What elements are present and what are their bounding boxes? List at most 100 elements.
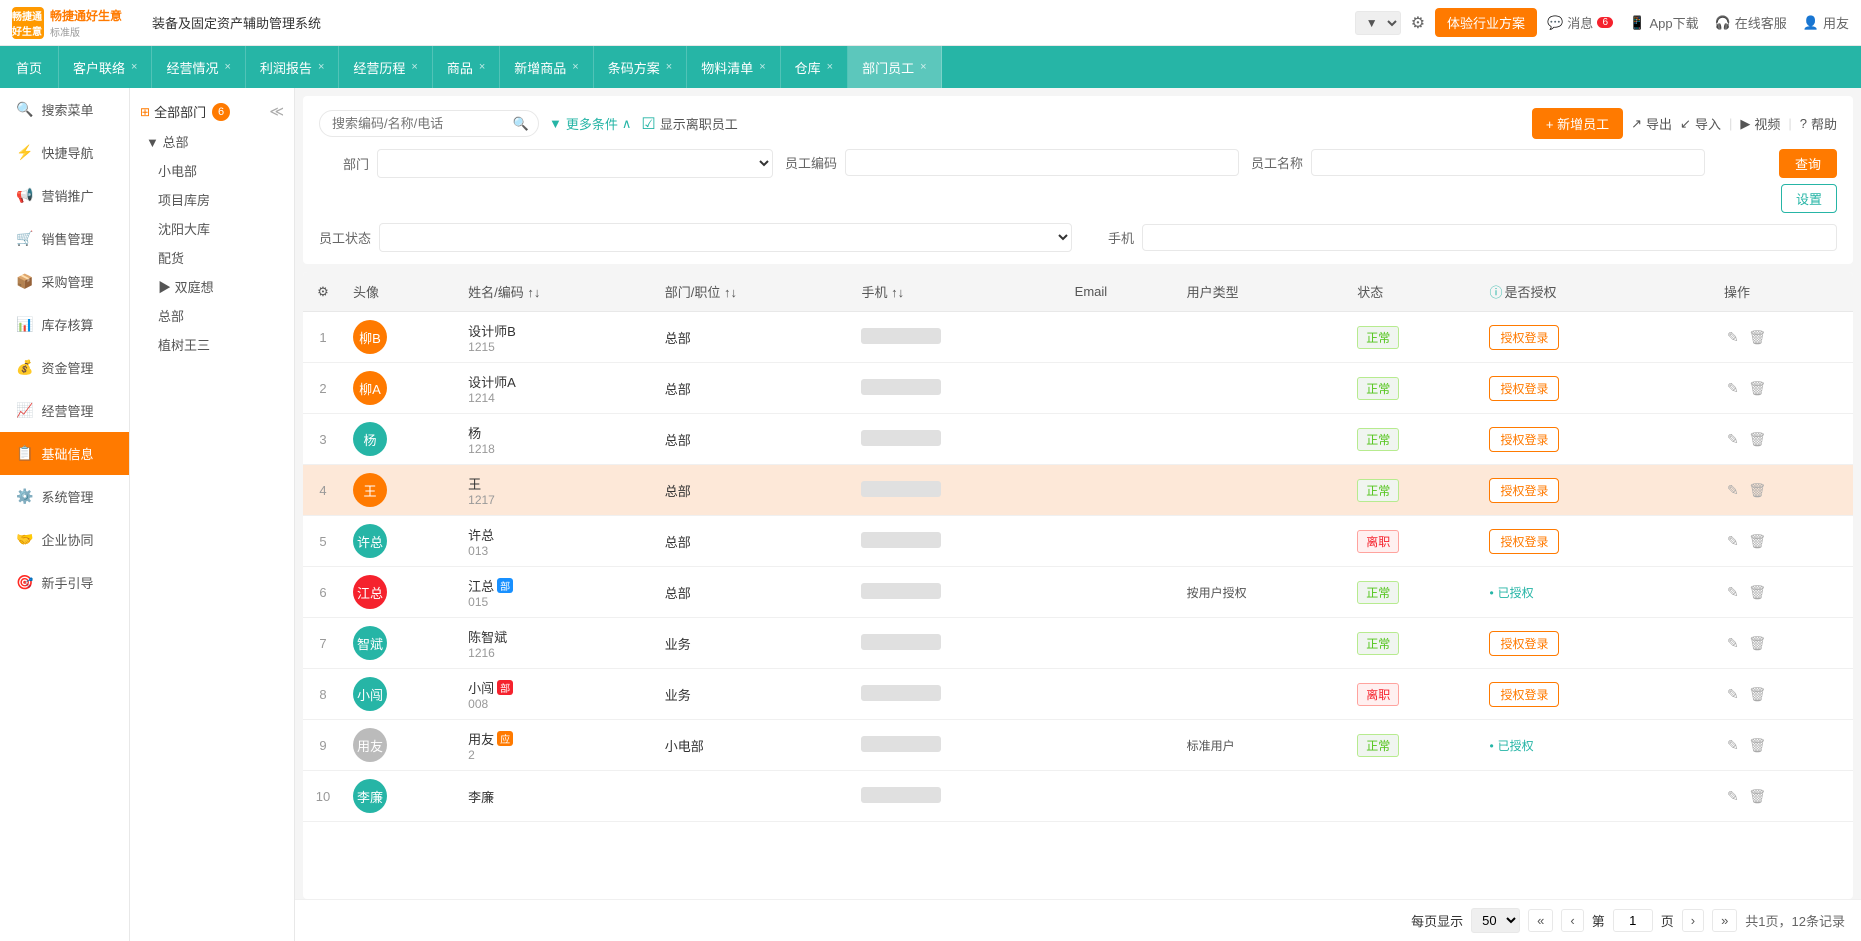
tab-close-icon[interactable]: × [224,61,230,73]
sidebar-item-search[interactable]: 🔍搜索菜单 [0,88,129,131]
col-settings[interactable]: ⚙ [303,272,343,312]
dept-node[interactable]: 沈阳大库 [130,214,294,243]
import-button[interactable]: ↙ 导入 [1680,114,1721,133]
first-page-button[interactable]: « [1528,909,1553,932]
nav-tab-利润报告[interactable]: 利润报告 × [246,46,339,88]
nav-tab-部门员工[interactable]: 部门员工 × [848,46,941,88]
sidebar-item-marketing[interactable]: 📢营销推广 [0,174,129,217]
nav-tab-客户联络[interactable]: 客户联络 × [59,46,152,88]
app-download-button[interactable]: 📱 App下载 [1629,13,1698,32]
more-filter-button[interactable]: ▼ 更多条件 ∧ [549,114,631,133]
sidebar-item-inventory[interactable]: 📊库存核算 [0,303,129,346]
status-filter-select[interactable] [379,223,1072,252]
sidebar-item-system[interactable]: ⚙️系统管理 [0,475,129,518]
dept-node[interactable]: 总部 [130,301,294,330]
sidebar-item-sales[interactable]: 🛒销售管理 [0,217,129,260]
edit-button[interactable]: ✎ [1727,431,1739,447]
edit-button[interactable]: ✎ [1727,482,1739,498]
dept-node[interactable]: 项目库房 [130,185,294,214]
show-resigned-checkbox[interactable]: ☑ 显示离职员工 [641,114,737,134]
dept-node[interactable]: ▶ 双庭想 [130,272,294,301]
messages-button[interactable]: 💬 消息 6 [1547,13,1613,32]
auth-login-button[interactable]: 授权登录 [1489,529,1559,554]
empname-filter-input[interactable] [1311,149,1705,176]
tab-close-icon[interactable]: × [920,61,926,73]
dept-node[interactable]: 植树王三 [130,330,294,359]
delete-button[interactable]: 🗑 [1748,584,1766,600]
export-button[interactable]: ↗ 导出 [1631,114,1672,133]
delete-button[interactable]: 🗑 [1748,737,1766,753]
edit-button[interactable]: ✎ [1727,584,1739,600]
next-page-button[interactable]: › [1682,909,1704,932]
edit-button[interactable]: ✎ [1727,686,1739,702]
collapse-tree-button[interactable]: ≪ [269,103,284,120]
last-page-button[interactable]: » [1712,909,1737,932]
sidebar-item-quick[interactable]: ⚡快捷导航 [0,131,129,174]
delete-button[interactable]: 🗑 [1748,533,1766,549]
sidebar-item-guide[interactable]: 🎯新手引导 [0,561,129,604]
dept-node[interactable]: 小电部 [130,156,294,185]
nav-tab-新增商品[interactable]: 新增商品 × [500,46,593,88]
page-size-select[interactable]: 50 [1471,908,1520,933]
set-button[interactable]: 设置 [1781,184,1837,213]
dept-filter-select[interactable] [377,149,773,178]
tab-close-icon[interactable]: × [572,61,578,73]
page-number-input[interactable] [1613,909,1653,932]
delete-button[interactable]: 🗑 [1748,686,1766,702]
delete-button[interactable]: 🗑 [1748,788,1766,804]
nav-tab-物料清单[interactable]: 物料清单 × [687,46,780,88]
dept-node[interactable]: 配货 [130,243,294,272]
delete-button[interactable]: 🗑 [1748,380,1766,396]
sidebar-item-purchase[interactable]: 📦采购管理 [0,260,129,303]
nav-tab-条码方案[interactable]: 条码方案 × [594,46,687,88]
nav-tab-首页[interactable]: 首页 [0,46,59,88]
tab-close-icon[interactable]: × [759,61,765,73]
video-button[interactable]: ▶ 视频 [1740,114,1780,133]
col-phone[interactable]: 手机 ↑↓ [851,272,1064,312]
trial-button[interactable]: 体验行业方案 [1435,8,1537,37]
system-selector[interactable]: ▼ [1355,11,1401,35]
nav-tab-经营情况[interactable]: 经营情况 × [152,46,245,88]
sidebar-item-operations[interactable]: 📈经营管理 [0,389,129,432]
auth-login-button[interactable]: 授权登录 [1489,631,1559,656]
col-name[interactable]: 姓名/编码 ↑↓ [458,272,655,312]
prev-page-button[interactable]: ‹ [1561,909,1583,932]
delete-button[interactable]: 🗑 [1748,482,1766,498]
edit-button[interactable]: ✎ [1727,635,1739,651]
delete-button[interactable]: 🗑 [1748,635,1766,651]
tab-close-icon[interactable]: × [318,61,324,73]
edit-button[interactable]: ✎ [1727,533,1739,549]
sidebar-item-collab[interactable]: 🤝企业协同 [0,518,129,561]
auth-login-button[interactable]: 授权登录 [1489,325,1559,350]
edit-button[interactable]: ✎ [1727,329,1739,345]
search-input[interactable] [319,110,539,137]
tab-close-icon[interactable]: × [479,61,485,73]
tab-close-icon[interactable]: × [666,61,672,73]
help-button[interactable]: ? 帮助 [1800,114,1837,133]
add-employee-button[interactable]: + 新增员工 [1532,108,1623,139]
tab-close-icon[interactable]: × [411,61,417,73]
auth-login-button[interactable]: 授权登录 [1489,682,1559,707]
empcode-filter-input[interactable] [845,149,1239,176]
delete-button[interactable]: 🗑 [1748,431,1766,447]
auth-login-button[interactable]: 授权登录 [1489,427,1559,452]
nav-tab-仓库[interactable]: 仓库 × [781,46,848,88]
nav-tab-经营历程[interactable]: 经营历程 × [339,46,432,88]
delete-button[interactable]: 🗑 [1748,329,1766,345]
auth-login-button[interactable]: 授权登录 [1489,376,1559,401]
auth-login-button[interactable]: 授权登录 [1489,478,1559,503]
sidebar-item-finance[interactable]: 💰资金管理 [0,346,129,389]
query-button[interactable]: 查询 [1779,149,1837,178]
user-avatar[interactable]: 👤 用友 [1803,13,1849,32]
dept-node[interactable]: ▼ 总部 [130,127,294,156]
gear-icon[interactable]: ⚙ [1411,13,1425,33]
tab-close-icon[interactable]: × [131,61,137,73]
sidebar-item-basic[interactable]: 📋基础信息 [0,432,129,475]
nav-tab-商品[interactable]: 商品 × [433,46,500,88]
edit-button[interactable]: ✎ [1727,380,1739,396]
edit-button[interactable]: ✎ [1727,737,1739,753]
col-dept[interactable]: 部门/职位 ↑↓ [655,272,852,312]
online-service-button[interactable]: 🎧 在线客服 [1715,13,1787,32]
tab-close-icon[interactable]: × [827,61,833,73]
phone-filter-input[interactable] [1142,224,1837,251]
